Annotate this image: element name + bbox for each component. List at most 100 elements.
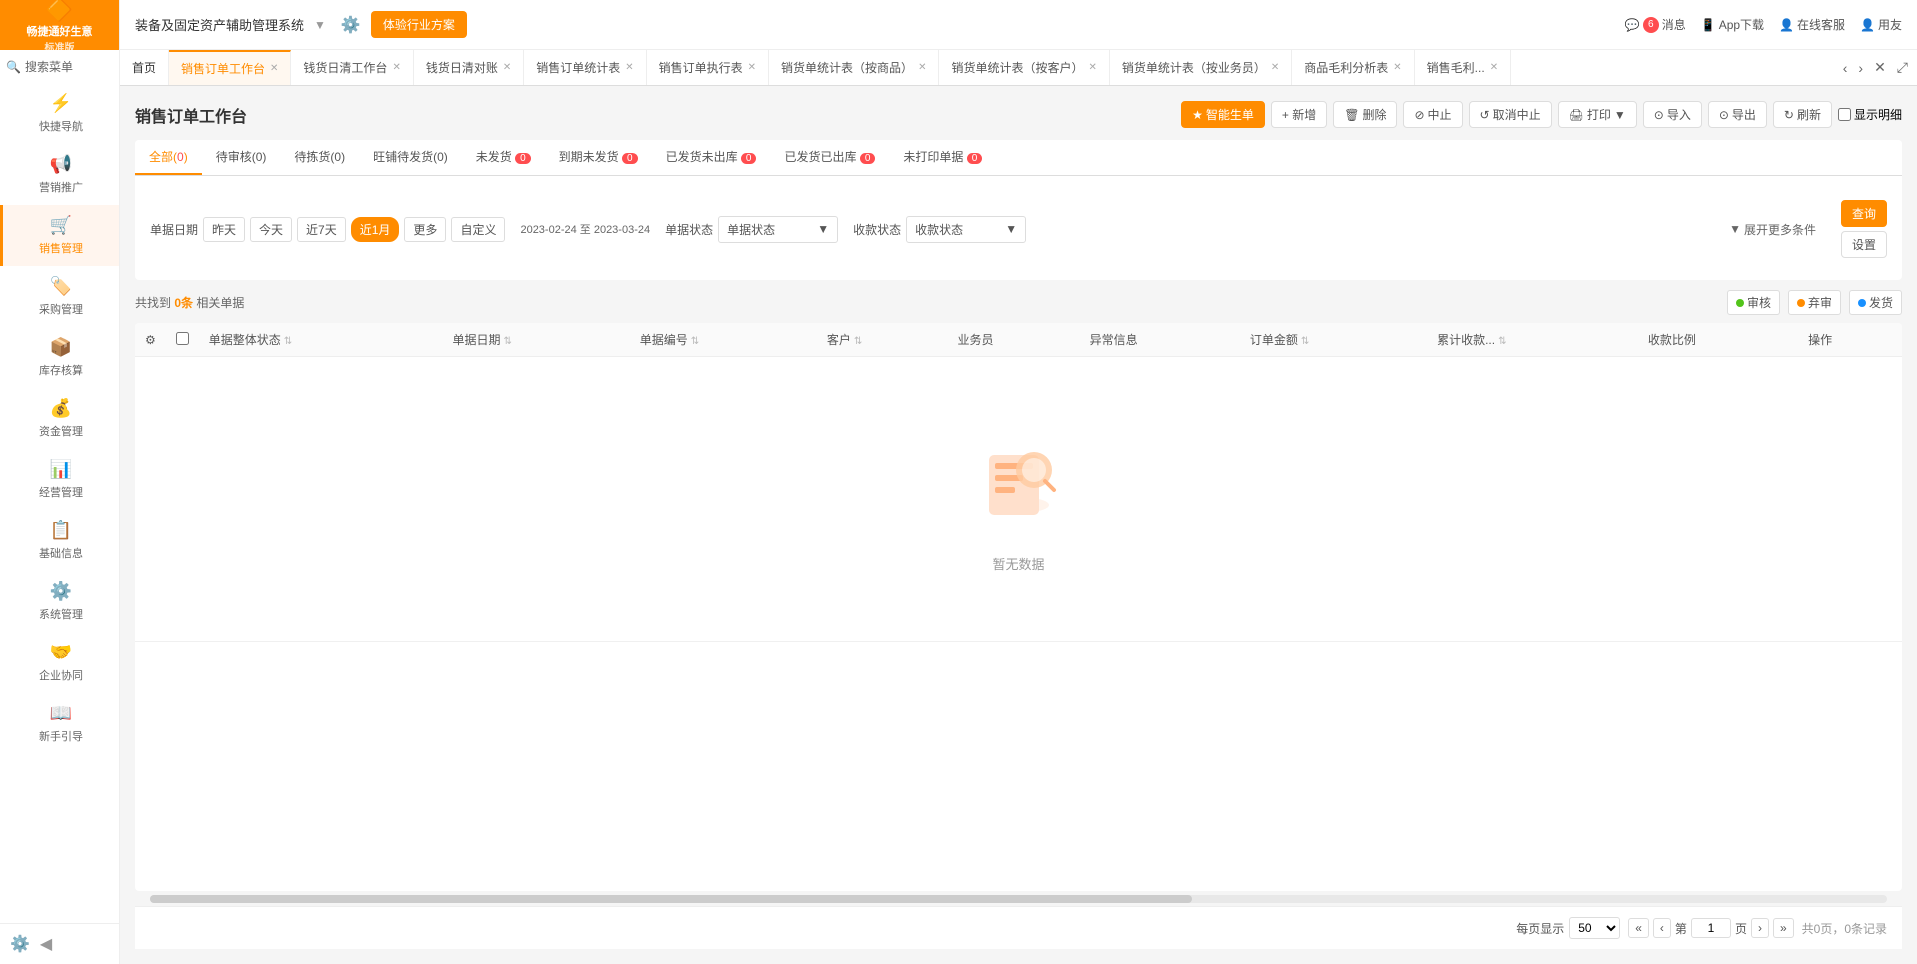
filter-tab-pick[interactable]: 待拣货(0) (280, 140, 359, 175)
tab-order-exec-close[interactable]: ✕ (748, 62, 756, 73)
stop-btn[interactable]: ⊘ 中止 (1403, 101, 1462, 128)
detail-checkbox[interactable] (1838, 108, 1851, 121)
filter-tab-unprinted[interactable]: 未打印单据 0 (889, 140, 996, 175)
smart-btn[interactable]: ★ 智能生单 (1181, 101, 1265, 128)
add-btn[interactable]: + 新增 (1271, 101, 1327, 128)
tab-home[interactable]: 首页 (120, 50, 169, 86)
message-item[interactable]: 💬 6 消息 (1625, 16, 1686, 33)
sidebar-item-sales[interactable]: 🛒 销售管理 (0, 205, 119, 266)
filter-tab-unshipped[interactable]: 未发货 0 (462, 140, 545, 175)
tab-sales-staff-close[interactable]: ✕ (1271, 62, 1279, 73)
filter-tab-pending[interactable]: 待审核(0) (202, 140, 281, 175)
tab-next-icon[interactable]: › (1854, 58, 1867, 78)
page-first-btn[interactable]: « (1628, 918, 1649, 938)
cancel-stop-btn[interactable]: ↺ 取消中止 (1469, 101, 1552, 128)
expand-btn[interactable]: ▼ 展开更多条件 (1729, 221, 1816, 238)
tab-margin[interactable]: 商品毛利分析表 ✕ (1292, 50, 1414, 86)
page-next-btn[interactable]: › (1751, 918, 1769, 938)
col-exception[interactable]: 异常信息 (1080, 323, 1240, 357)
col-status[interactable]: 单据整体状态⇅ (199, 323, 443, 357)
tab-sales-customer[interactable]: 销货单统计表（按客户） ✕ (939, 50, 1109, 86)
tab-more-close[interactable]: ✕ (1490, 62, 1498, 73)
col-customer[interactable]: 客户⇅ (817, 323, 948, 357)
user-info[interactable]: 👤 用友 (1860, 16, 1902, 33)
tab-reconcile[interactable]: 钱货日清对账 ✕ (414, 50, 524, 86)
date-custom[interactable]: 自定义 (451, 217, 505, 242)
payment-select[interactable]: 收款状态 ▼ (906, 216, 1026, 243)
col-number[interactable]: 单据编号⇅ (630, 323, 817, 357)
page-input[interactable] (1691, 918, 1731, 938)
tab-sales-staff[interactable]: 销货单统计表（按业务员） ✕ (1110, 50, 1292, 86)
date-1month[interactable]: 近1月 (351, 217, 400, 242)
tab-daily-close[interactable]: ✕ (392, 62, 400, 73)
filter-tab-overdue[interactable]: 到期未发货 0 (545, 140, 652, 175)
tab-margin-close[interactable]: ✕ (1393, 62, 1401, 73)
refresh-btn[interactable]: ↻ 刷新 (1773, 101, 1832, 128)
tab-more[interactable]: 销售毛利... ✕ (1415, 50, 1511, 86)
sidebar-item-marketing[interactable]: 📢 营销推广 (0, 144, 119, 205)
sidebar-item-purchase[interactable]: 🏷️ 采购管理 (0, 266, 119, 327)
tab-order-exec[interactable]: 销售订单执行表 ✕ (647, 50, 769, 86)
page-prev-btn[interactable]: ‹ (1653, 918, 1671, 938)
col-checkbox[interactable] (166, 323, 199, 357)
import-btn[interactable]: ⊙ 导入 (1643, 101, 1702, 128)
status-select[interactable]: 单据状态 ▼ (718, 216, 838, 243)
sidebar-item-operations[interactable]: 📊 经营管理 (0, 449, 119, 510)
filter-tab-shipped-out[interactable]: 已发货已出库 0 (770, 140, 889, 175)
delete-btn[interactable]: 🗑 删除 (1333, 101, 1397, 128)
query-btn[interactable]: 查询 (1841, 200, 1887, 227)
page-last-btn[interactable]: » (1773, 918, 1794, 938)
sidebar-item-finance[interactable]: 💰 资金管理 (0, 388, 119, 449)
sidebar-item-basic[interactable]: 📋 基础信息 (0, 510, 119, 571)
tab-order-stat[interactable]: 销售订单统计表 ✕ (524, 50, 646, 86)
tab-sales-product[interactable]: 销货单统计表（按商品） ✕ (769, 50, 939, 86)
sidebar-item-stock[interactable]: 📦 库存核算 (0, 327, 119, 388)
sidebar-item-enterprise[interactable]: 🤝 企业协同 (0, 632, 119, 693)
date-today[interactable]: 今天 (250, 217, 292, 242)
tab-sales-close[interactable]: ✕ (270, 63, 278, 74)
date-7days[interactable]: 近7天 (297, 217, 346, 242)
tab-sales-product-close[interactable]: ✕ (918, 62, 926, 73)
col-settings[interactable]: ⚙ (135, 323, 166, 357)
batch-approve-btn[interactable]: 审核 (1727, 290, 1780, 315)
col-staff[interactable]: 业务员 (948, 323, 1080, 357)
online-service[interactable]: 👤 在线客服 (1779, 16, 1845, 33)
tab-order-stat-close[interactable]: ✕ (625, 62, 633, 73)
filter-tab-wangpu[interactable]: 旺铺待发货(0) (359, 140, 462, 175)
select-all-checkbox[interactable] (176, 332, 189, 345)
date-more[interactable]: 更多 (404, 217, 446, 242)
filter-tab-all[interactable]: 全部(0) (135, 140, 202, 175)
sidebar-item-guide[interactable]: 📖 新手引导 (0, 693, 119, 754)
scrollbar-thumb[interactable] (150, 895, 1192, 903)
industry-btn[interactable]: 体验行业方案 (371, 11, 467, 38)
settings-filter-btn[interactable]: 设置 (1841, 231, 1887, 258)
tab-close-all-icon[interactable]: ✕ (1870, 57, 1890, 78)
app-download[interactable]: 📱 App下载 (1701, 16, 1764, 33)
scrollbar-track[interactable] (150, 895, 1887, 903)
tab-sales-customer-close[interactable]: ✕ (1088, 62, 1096, 73)
print-dropdown-icon: ▼ (1614, 108, 1626, 122)
export-btn[interactable]: ⊙ 导出 (1708, 101, 1767, 128)
tab-prev-icon[interactable]: ‹ (1839, 58, 1852, 78)
page-size-select[interactable]: 50 100 200 (1569, 917, 1620, 939)
topbar-dropdown-icon[interactable]: ▼ (314, 18, 326, 32)
filter-tab-shipped-pending[interactable]: 已发货未出库 0 (652, 140, 771, 175)
sidebar-search[interactable]: 🔍 搜索菜单 (0, 50, 119, 83)
batch-cancel-btn[interactable]: 弃审 (1788, 290, 1841, 315)
tab-sales-workbench[interactable]: 销售订单工作台 ✕ (169, 50, 291, 86)
col-date[interactable]: 单据日期⇅ (443, 323, 630, 357)
col-payment[interactable]: 累计收款...⇅ (1427, 323, 1638, 357)
batch-ship-btn[interactable]: 发货 (1849, 290, 1902, 315)
tab-reconcile-close[interactable]: ✕ (503, 62, 511, 73)
date-yesterday[interactable]: 昨天 (203, 217, 245, 242)
sidebar-item-nav[interactable]: ⚡ 快捷导航 (0, 83, 119, 144)
topbar-gear[interactable]: ⚙️ (341, 15, 361, 35)
detail-checkbox-label[interactable]: 显示明细 (1838, 106, 1902, 123)
tab-daily-clear[interactable]: 钱货日清工作台 ✕ (291, 50, 413, 86)
print-btn[interactable]: 🖨 打印 ▼ (1558, 101, 1637, 128)
collapse-icon[interactable]: ◀ (40, 934, 52, 954)
tab-maximize-icon[interactable]: ⤢ (1893, 57, 1912, 78)
sidebar-item-system[interactable]: ⚙️ 系统管理 (0, 571, 119, 632)
settings-icon[interactable]: ⚙️ (10, 934, 30, 954)
col-amount[interactable]: 订单金额⇅ (1240, 323, 1427, 357)
